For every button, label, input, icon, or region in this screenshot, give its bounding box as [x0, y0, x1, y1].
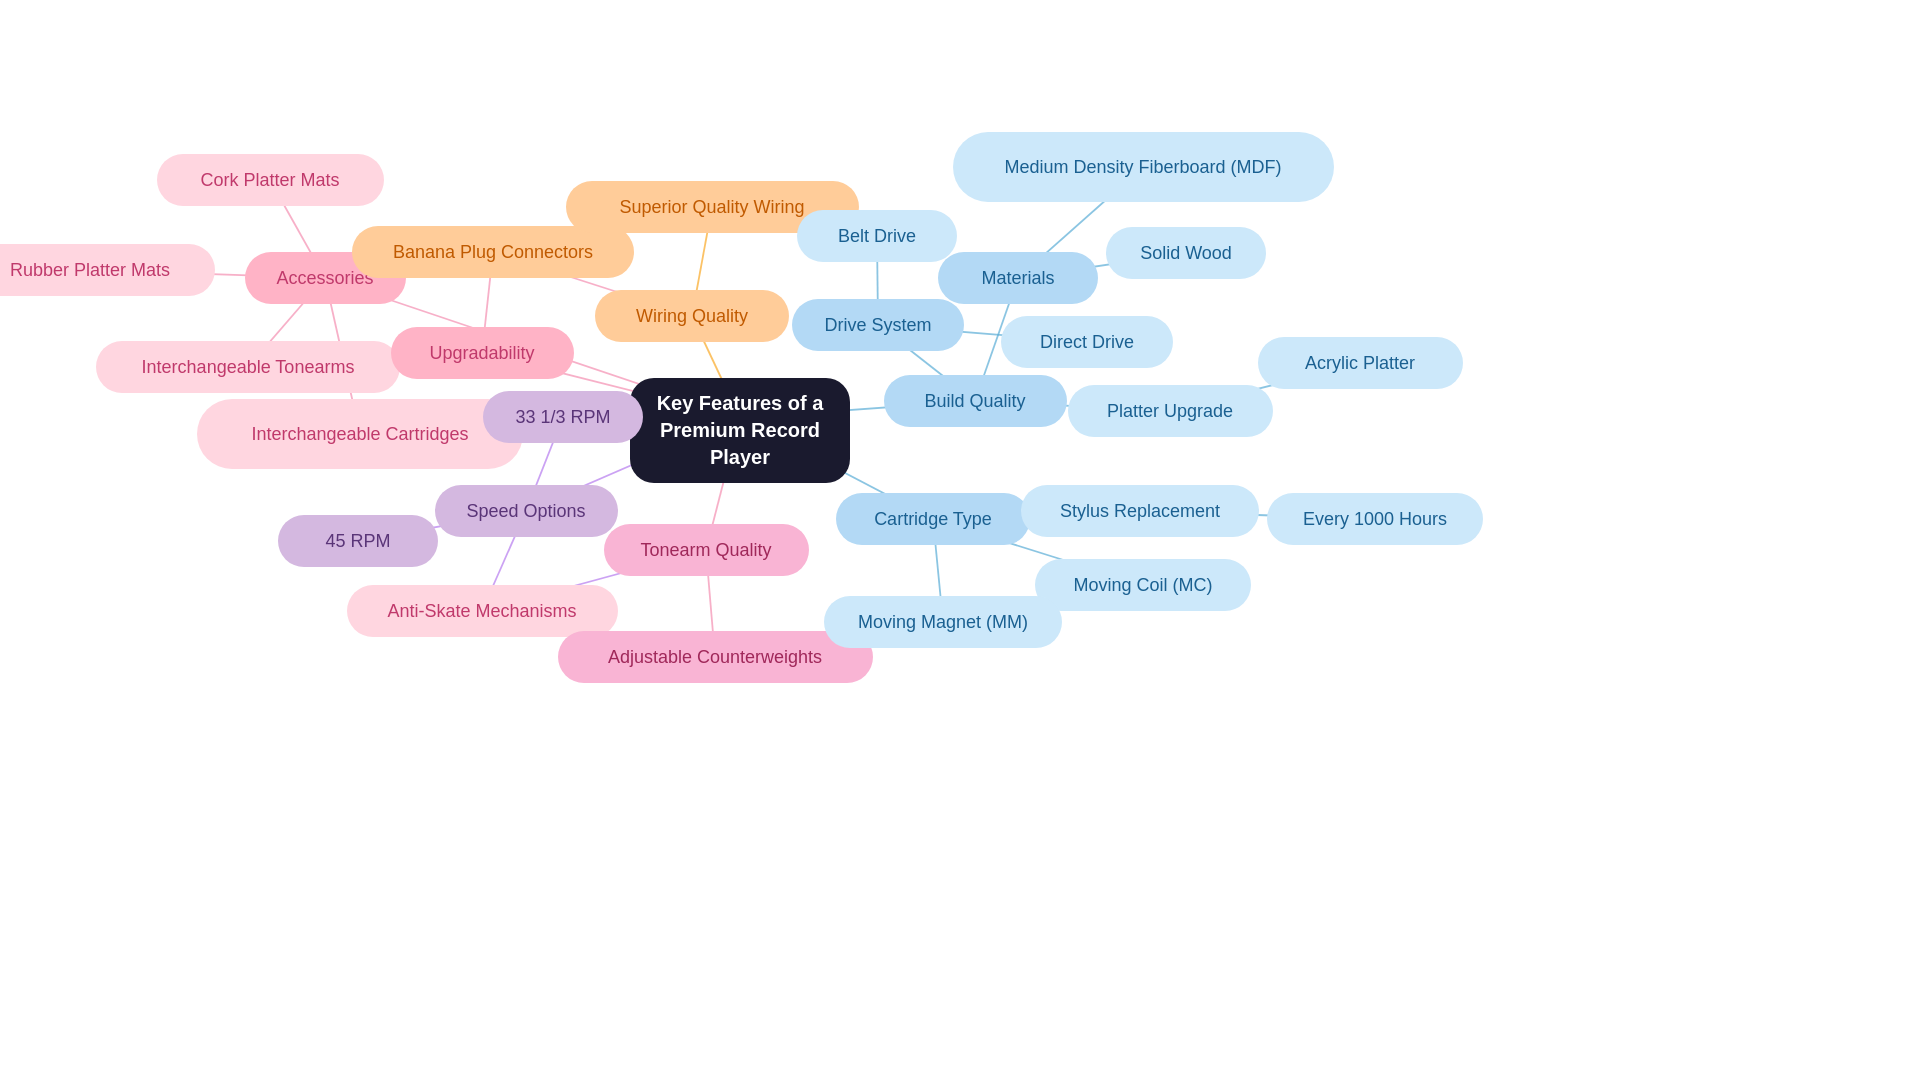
node-acrylic_platter: Acrylic Platter — [1258, 337, 1463, 389]
node-mdf: Medium Density Fiberboard (MDF) — [953, 132, 1334, 202]
node-anti_skate: Anti-Skate Mechanisms — [347, 585, 618, 637]
node-moving_magnet: Moving Magnet (MM) — [824, 596, 1062, 648]
node-rpm_33: 33 1/3 RPM — [483, 391, 643, 443]
node-every_1000_hours: Every 1000 Hours — [1267, 493, 1483, 545]
node-interchangeable_cartridges: Interchangeable Cartridges — [197, 399, 523, 469]
node-stylus_replacement: Stylus Replacement — [1021, 485, 1259, 537]
node-cork_platter_mats: Cork Platter Mats — [157, 154, 384, 206]
node-rubber_platter_mats: Rubber Platter Mats — [0, 244, 215, 296]
mindmap-canvas: Key Features of a Premium Record Player A… — [0, 0, 1920, 1083]
node-platter_upgrade: Platter Upgrade — [1068, 385, 1273, 437]
node-materials: Materials — [938, 252, 1098, 304]
node-speed_options: Speed Options — [435, 485, 618, 537]
node-rpm_45: 45 RPM — [278, 515, 438, 567]
node-solid_wood: Solid Wood — [1106, 227, 1266, 279]
node-wiring_quality: Wiring Quality — [595, 290, 789, 342]
node-interchangeable_tonearms: Interchangeable Tonearms — [96, 341, 400, 393]
node-tonearm_quality: Tonearm Quality — [604, 524, 809, 576]
node-belt_drive: Belt Drive — [797, 210, 957, 262]
node-center: Key Features of a Premium Record Player — [630, 378, 850, 483]
node-adjustable_counterweights: Adjustable Counterweights — [558, 631, 873, 683]
node-drive_system: Drive System — [792, 299, 964, 351]
node-direct_drive: Direct Drive — [1001, 316, 1173, 368]
node-banana_plug_connectors: Banana Plug Connectors — [352, 226, 634, 278]
node-moving_coil: Moving Coil (MC) — [1035, 559, 1251, 611]
node-build_quality: Build Quality — [884, 375, 1067, 427]
node-upgradability: Upgradability — [391, 327, 574, 379]
node-cartridge_type: Cartridge Type — [836, 493, 1030, 545]
